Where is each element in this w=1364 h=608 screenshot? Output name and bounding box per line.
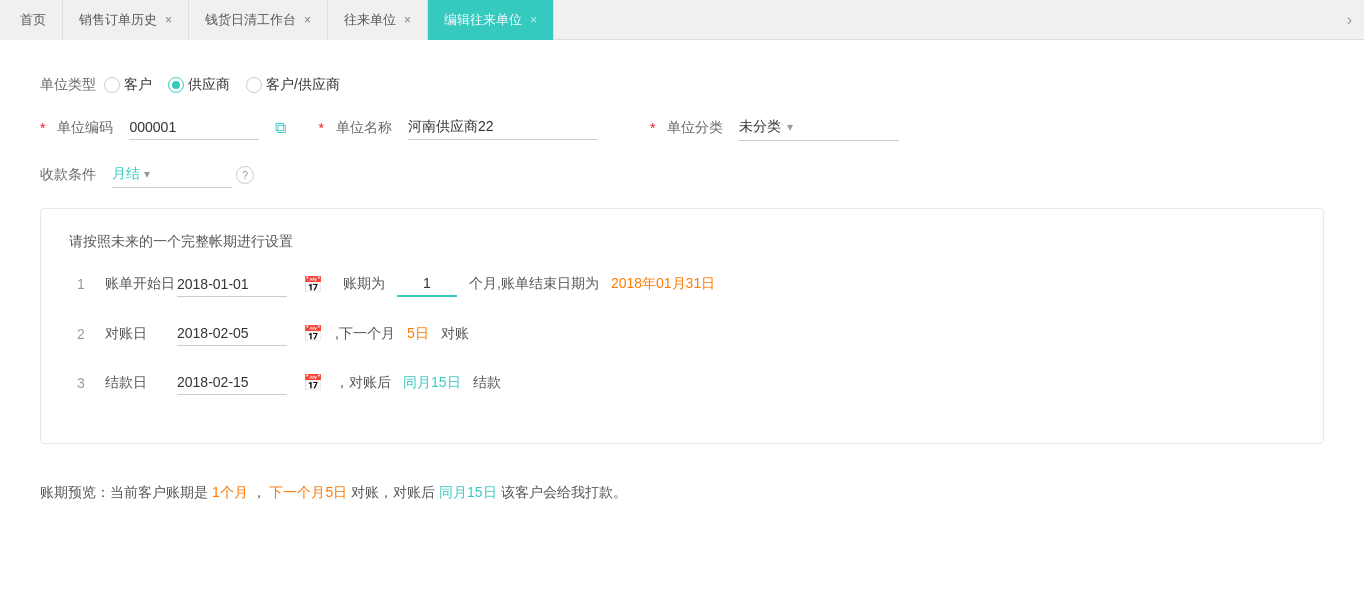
preview-part1: 1个月 bbox=[212, 484, 248, 500]
data-row-2: 2 对账日 📅 ,下一个月 5日 对账 bbox=[69, 321, 1295, 346]
required-star: * bbox=[40, 120, 45, 136]
help-icon[interactable]: ? bbox=[236, 166, 254, 184]
start-date-input[interactable] bbox=[177, 272, 287, 297]
tabs-bar: 首页 销售订单历史 × 钱货日清工作台 × 往来单位 × 编辑往来单位 × › bbox=[0, 0, 1364, 40]
data-row-3: 3 结款日 📅 ，对账后 同月15日 结款 bbox=[69, 370, 1295, 395]
radio-both[interactable]: 客户/供应商 bbox=[246, 76, 340, 94]
radio-label-customer: 客户 bbox=[124, 76, 152, 94]
close-icon[interactable]: × bbox=[404, 13, 411, 27]
unit-classify-field: * 单位分类 未分类 ▾ bbox=[650, 114, 899, 141]
period-number-input[interactable] bbox=[397, 271, 457, 297]
calendar-icon-2[interactable]: 📅 bbox=[303, 324, 323, 343]
preview-part3: 同月15日 bbox=[439, 484, 497, 500]
preview-part2: 下一个月5日 bbox=[269, 484, 347, 500]
row-num-2: 2 bbox=[69, 326, 93, 342]
row-num-3: 3 bbox=[69, 375, 93, 391]
radio-circle-both bbox=[246, 77, 262, 93]
unit-code-field: * 单位编码 ⧉ bbox=[40, 115, 286, 140]
section-title: 请按照未来的一个完整帐期进行设置 bbox=[69, 233, 1295, 251]
page-content: 单位类型 客户 供应商 客户/供应商 * 单位编码 ⧉ * 单位名称 bbox=[0, 40, 1364, 608]
unit-classify-select[interactable]: 未分类 ▾ bbox=[739, 114, 899, 141]
unit-code-input[interactable] bbox=[129, 115, 259, 140]
preview-suffix: 该客户会给我打款。 bbox=[501, 484, 627, 500]
payment-row: 收款条件 月结 ▾ ? bbox=[40, 161, 1324, 188]
radio-circle-supplier bbox=[168, 77, 184, 93]
tab-edit-partner[interactable]: 编辑往来单位 × bbox=[428, 0, 554, 40]
unit-name-field: * 单位名称 bbox=[318, 115, 597, 140]
row-label-start: 账单开始日 bbox=[105, 275, 165, 293]
payment-day: 同月15日 bbox=[403, 374, 461, 392]
row-label-reconcile: 对账日 bbox=[105, 325, 165, 343]
radio-circle-customer bbox=[104, 77, 120, 93]
radio-label-both: 客户/供应商 bbox=[266, 76, 340, 94]
reconcile-suffix: 对账 bbox=[441, 325, 469, 343]
reconcile-day: 5日 bbox=[407, 325, 429, 343]
period-prefix: 账期为 bbox=[343, 275, 385, 293]
row-label-payment: 结款日 bbox=[105, 374, 165, 392]
period-end-date: 2018年01月31日 bbox=[611, 275, 715, 293]
unit-info-row: * 单位编码 ⧉ * 单位名称 * 单位分类 未分类 ▾ bbox=[40, 114, 1324, 141]
close-icon[interactable]: × bbox=[530, 13, 537, 27]
unit-type-label: 单位类型 bbox=[40, 76, 96, 94]
chevron-down-icon: ▾ bbox=[787, 120, 793, 134]
radio-label-supplier: 供应商 bbox=[188, 76, 230, 94]
radio-customer[interactable]: 客户 bbox=[104, 76, 152, 94]
row-num-1: 1 bbox=[69, 276, 93, 292]
payment-suffix: 结款 bbox=[473, 374, 501, 392]
classify-value: 未分类 bbox=[739, 118, 781, 136]
preview-sep2: 对账，对账后 bbox=[351, 484, 435, 500]
tab-partner[interactable]: 往来单位 × bbox=[328, 0, 428, 40]
payment-value: 月结 bbox=[112, 165, 140, 183]
data-row-1: 1 账单开始日 📅 账期为 个月,账单结束日期为 2018年01月31日 bbox=[69, 271, 1295, 297]
payment-date-input[interactable] bbox=[177, 370, 287, 395]
preview-row: 账期预览：当前客户账期是 1个月 ， 下一个月5日 对账，对账后 同月15日 该… bbox=[40, 464, 1324, 521]
unit-type-row: 单位类型 客户 供应商 客户/供应商 bbox=[40, 76, 1324, 94]
preview-sep1: ， bbox=[252, 484, 266, 500]
copy-icon[interactable]: ⧉ bbox=[275, 119, 286, 137]
tab-sales-history[interactable]: 销售订单历史 × bbox=[63, 0, 189, 40]
calendar-icon-1[interactable]: 📅 bbox=[303, 275, 323, 294]
reconcile-prefix: ,下一个月 bbox=[335, 325, 395, 343]
tab-scroll-right[interactable]: › bbox=[1335, 11, 1364, 29]
unit-name-label: 单位名称 bbox=[336, 119, 392, 137]
reconcile-date-input[interactable] bbox=[177, 321, 287, 346]
close-icon[interactable]: × bbox=[165, 13, 172, 27]
payment-select[interactable]: 月结 ▾ bbox=[112, 161, 232, 188]
calendar-icon-3[interactable]: 📅 bbox=[303, 373, 323, 392]
tab-home[interactable]: 首页 bbox=[0, 0, 63, 40]
unit-type-radio-group: 客户 供应商 客户/供应商 bbox=[104, 76, 340, 94]
chevron-down-icon-payment: ▾ bbox=[144, 167, 150, 181]
preview-label: 账期预览：当前客户账期是 bbox=[40, 484, 208, 500]
unit-code-label: 单位编码 bbox=[57, 119, 113, 137]
required-star-name: * bbox=[318, 120, 323, 136]
period-setting-section: 请按照未来的一个完整帐期进行设置 1 账单开始日 📅 账期为 个月,账单结束日期… bbox=[40, 208, 1324, 444]
period-suffix: 个月,账单结束日期为 bbox=[469, 275, 599, 293]
required-star-classify: * bbox=[650, 120, 655, 136]
radio-supplier[interactable]: 供应商 bbox=[168, 76, 230, 94]
payment-prefix: ，对账后 bbox=[335, 374, 391, 392]
unit-name-input[interactable] bbox=[408, 115, 598, 140]
payment-label: 收款条件 bbox=[40, 166, 96, 184]
tab-cash-work[interactable]: 钱货日清工作台 × bbox=[189, 0, 328, 40]
unit-classify-label: 单位分类 bbox=[667, 119, 723, 137]
close-icon[interactable]: × bbox=[304, 13, 311, 27]
